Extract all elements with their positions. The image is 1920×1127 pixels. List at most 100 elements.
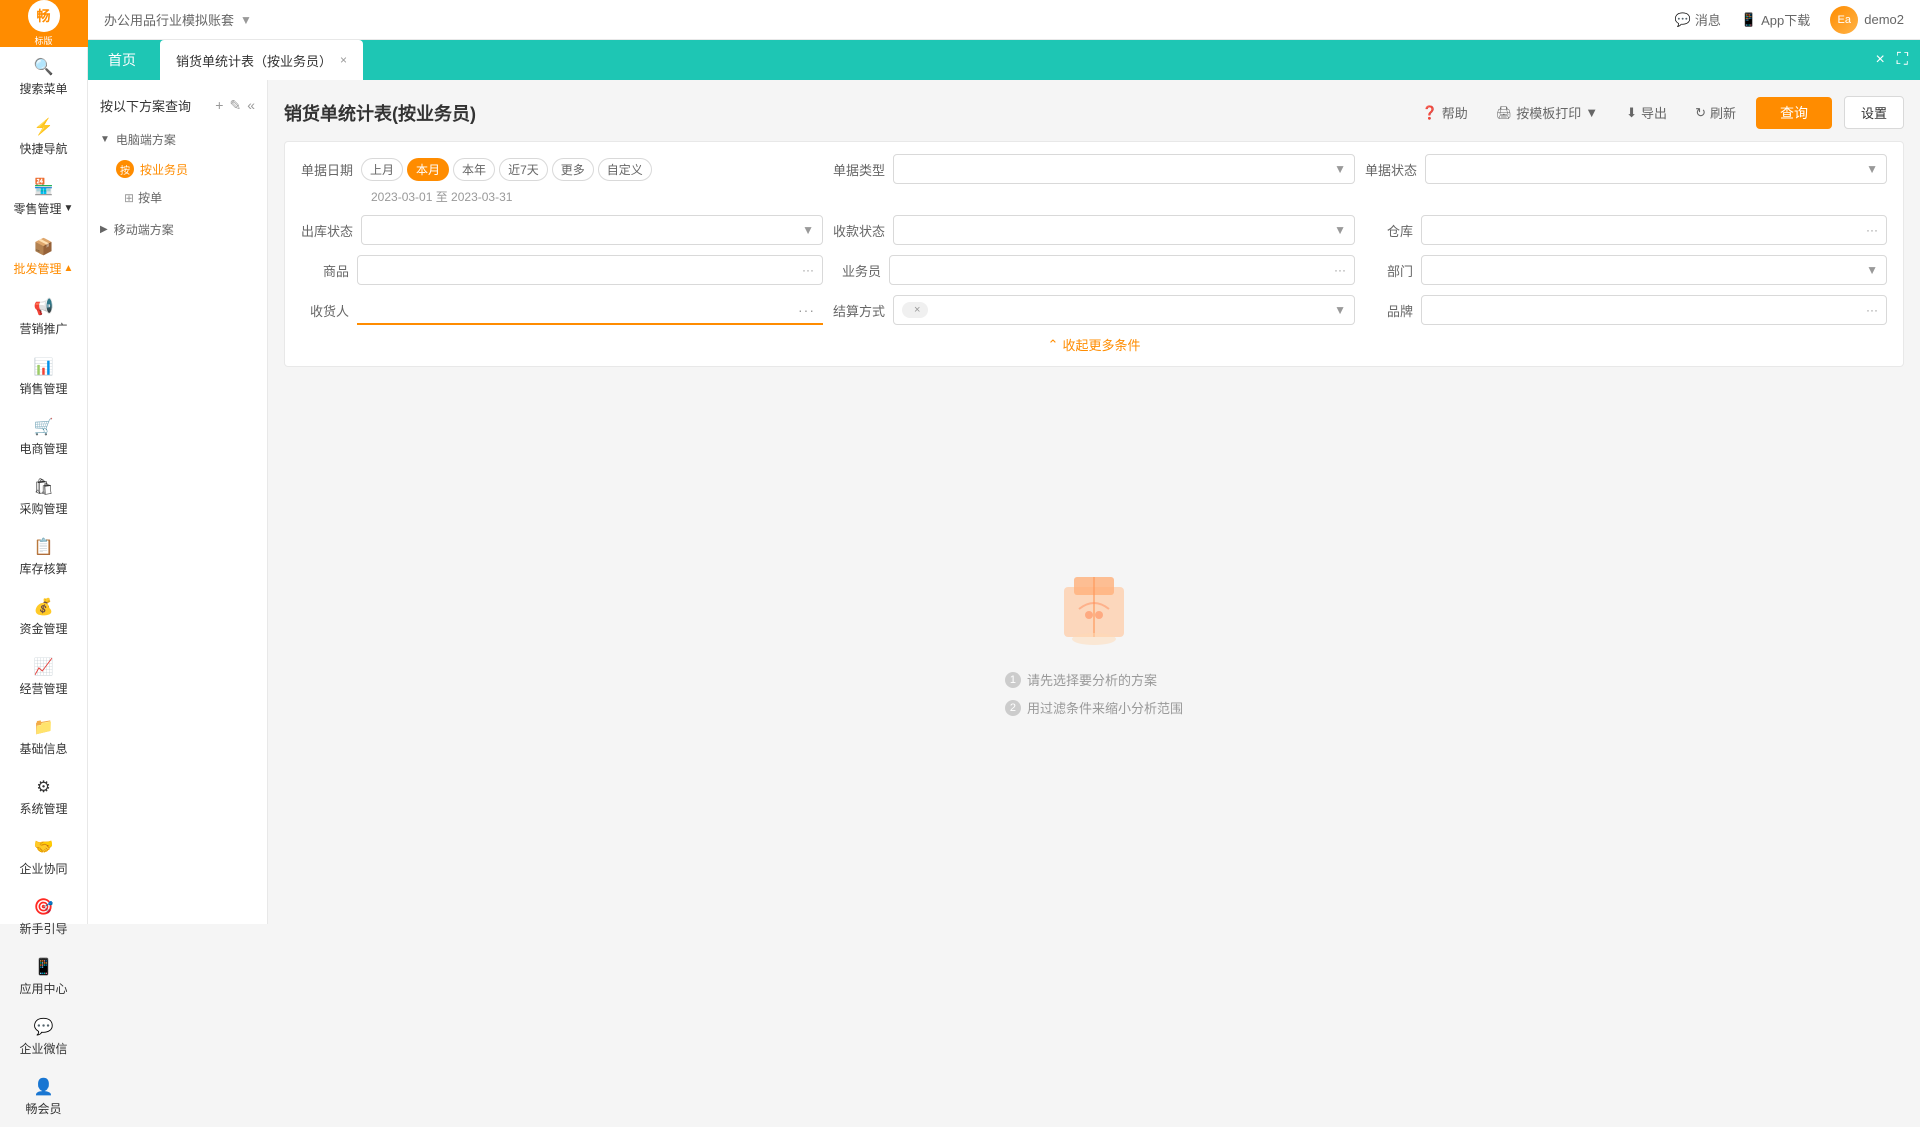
dept-select[interactable]: ▼	[1421, 255, 1887, 285]
consignee-input[interactable]	[357, 295, 823, 325]
sidebar-item-guide[interactable]: 🎯 新手引导	[0, 887, 88, 947]
doc-type-label: 单据类型	[833, 160, 893, 179]
scheme-salesman-label: 按业务员	[140, 161, 188, 178]
left-panel-icons: + ✎ «	[215, 97, 255, 114]
user-info[interactable]: Ea demo2	[1830, 6, 1904, 34]
doc-type-input-wrap[interactable]: ▼	[893, 154, 1355, 184]
date-btn-last-month[interactable]: 上月	[361, 158, 403, 181]
sidebar-item-member[interactable]: 👤 畅会员	[0, 1067, 88, 1127]
template-print-button[interactable]: 🖨 按模板打印 ▼	[1488, 99, 1606, 126]
payment-method-arrow-icon: ▼	[1334, 303, 1346, 317]
wholesale-arrow-icon: ▲	[64, 263, 74, 274]
warehouse-label: 仓库	[1365, 221, 1421, 240]
tab-close-icon[interactable]: ×	[340, 53, 347, 67]
goods-input-wrap[interactable]: ···	[357, 255, 823, 285]
sidebar-item-marketing[interactable]: 📢 营销推广	[0, 287, 88, 347]
sidebar-item-basic-info[interactable]: 📁 基础信息	[0, 707, 88, 767]
sidebar-item-app-center[interactable]: 📱 应用中心	[0, 947, 88, 1007]
sidebar-item-search[interactable]: 🔍 搜索菜单	[0, 47, 88, 107]
message-button[interactable]: 💬 消息	[1675, 10, 1721, 29]
date-input-wrap: 上月 本月 本年 近7天 更多 自定义	[361, 158, 823, 181]
basic-info-icon: 📁	[34, 717, 54, 737]
sidebar-item-retail[interactable]: 🏪 零售管理 ▼	[0, 167, 88, 227]
edit-scheme-icon[interactable]: ✎	[229, 97, 241, 114]
date-btn-this-year[interactable]: 本年	[453, 158, 495, 181]
tab-active[interactable]: 销货单统计表（按业务员） ×	[160, 40, 363, 80]
goods-field-wrap: 商品 ···	[301, 255, 823, 285]
brand-field-wrap: 品牌 ···	[1365, 295, 1887, 325]
collapse-panel-icon[interactable]: «	[247, 97, 255, 114]
brand-input-wrap[interactable]: ···	[1421, 295, 1887, 325]
sidebar-item-quick-nav[interactable]: ⚡ 快捷导航	[0, 107, 88, 167]
scheme-group-mobile-header[interactable]: ▶ 移动端方案	[88, 215, 267, 244]
export-button[interactable]: ⬇ 导出	[1618, 99, 1675, 126]
date-btn-this-month[interactable]: 本月	[407, 158, 449, 181]
filter-section: 单据日期 上月 本月 本年 近7天 更多 自定义 单据类型	[284, 141, 1904, 367]
sidebar-item-sales[interactable]: 📊 销售管理	[0, 347, 88, 407]
scheme-item-salesman[interactable]: 按 按业务员	[88, 154, 267, 184]
sidebar-item-operations[interactable]: 📈 经营管理	[0, 647, 88, 707]
app-logo[interactable]: 畅 标版	[0, 0, 88, 47]
doc-status-select[interactable]: ▼	[1425, 154, 1887, 184]
sidebar-item-wholesale[interactable]: 📦 批发管理 ▲	[0, 227, 88, 287]
consignee-input-wrap[interactable]: ···	[357, 295, 823, 325]
filter-row-4: 收货人 ··· 结算方式 ×	[301, 295, 1887, 325]
warehouse-input-wrap[interactable]: ···	[1421, 215, 1887, 245]
warehouse-dots-icon: ···	[1866, 223, 1878, 237]
page-actions: ❓ 帮助 🖨 按模板打印 ▼ ⬇ 导出 ↻ 刷新	[1414, 96, 1904, 129]
receipt-status-input-wrap[interactable]: ▼	[893, 215, 1355, 245]
sidebar-item-inventory[interactable]: 📋 库存核算	[0, 527, 88, 587]
sales-icon: 📊	[34, 357, 54, 377]
warehouse-select[interactable]: ···	[1421, 215, 1887, 245]
receipt-status-select[interactable]: ▼	[893, 215, 1355, 245]
print-icon: 🖨	[1496, 105, 1513, 121]
settings-button[interactable]: 设置	[1844, 96, 1904, 129]
collapse-filters-button[interactable]: ⌃ 收起更多条件	[301, 335, 1887, 354]
header-title: 办公用品行业模拟账套	[104, 10, 234, 29]
sidebar-item-purchase[interactable]: 🛍 采购管理	[0, 467, 88, 527]
date-btn-more[interactable]: 更多	[552, 158, 594, 181]
add-scheme-icon[interactable]: +	[215, 97, 223, 114]
sidebar-item-ecommerce[interactable]: 🛒 电商管理	[0, 407, 88, 467]
payment-tag-close-icon[interactable]: ×	[914, 304, 920, 316]
scheme-group-mobile-label: 移动端方案	[114, 221, 174, 238]
sidebar-item-wechat[interactable]: 💬 企业微信	[0, 1007, 88, 1067]
empty-illustration	[1034, 552, 1154, 652]
goods-select[interactable]: ···	[357, 255, 823, 285]
salesman-input-wrap[interactable]: ···	[889, 255, 1355, 285]
scheme-group-desktop-header[interactable]: ▼ 电脑端方案	[88, 125, 267, 154]
tab-bar-close-button[interactable]: ×	[1871, 47, 1888, 73]
brand-dots-icon: ···	[1866, 303, 1878, 317]
inventory-icon: 📋	[34, 537, 54, 557]
date-btn-custom[interactable]: 自定义	[598, 158, 652, 181]
sidebar-item-system[interactable]: ⚙ 系统管理	[0, 767, 88, 827]
goods-label: 商品	[301, 261, 357, 280]
tab-bar-maximize-button[interactable]: ⛶	[1893, 47, 1912, 73]
warehouse-field-wrap: 仓库 ···	[1365, 215, 1887, 245]
payment-method-select[interactable]: × ▼	[893, 295, 1355, 325]
dept-input-wrap[interactable]: ▼	[1421, 255, 1887, 285]
tab-home[interactable]: 首页	[88, 40, 156, 80]
query-button[interactable]: 查询	[1756, 97, 1832, 129]
payment-method-input-wrap[interactable]: × ▼	[893, 295, 1355, 325]
doc-status-input-wrap[interactable]: ▼	[1425, 154, 1887, 184]
receipt-status-label: 收款状态	[833, 221, 893, 240]
refresh-icon: ↻	[1695, 105, 1706, 121]
sidebar-item-enterprise[interactable]: 🤝 企业协同	[0, 827, 88, 887]
app-download-button[interactable]: 📱 App下载	[1741, 10, 1810, 29]
refresh-button[interactable]: ↻ 刷新	[1687, 99, 1744, 126]
scheme-item-by-order[interactable]: ⊞ 按单	[88, 184, 267, 211]
out-status-select[interactable]: ▼	[361, 215, 823, 245]
header-title-wrap[interactable]: 办公用品行业模拟账套 ▼	[104, 10, 252, 29]
out-status-input-wrap[interactable]: ▼	[361, 215, 823, 245]
doc-type-select[interactable]: ▼	[893, 154, 1355, 184]
date-btn-last-7-days[interactable]: 近7天	[499, 158, 548, 181]
help-button[interactable]: ❓ 帮助	[1414, 99, 1476, 126]
main-area: 办公用品行业模拟账套 ▼ 💬 消息 📱 App下载 Ea demo2 首页 销货…	[88, 0, 1920, 924]
salesman-select[interactable]: ···	[889, 255, 1355, 285]
retail-arrow-icon: ▼	[64, 203, 74, 214]
brand-select[interactable]: ···	[1421, 295, 1887, 325]
empty-tips: 1 请先选择要分析的方案 2 用过滤条件来缩小分析范围	[1005, 664, 1183, 724]
scheme-order-icon: ⊞	[124, 191, 134, 205]
sidebar-item-finance[interactable]: 💰 资金管理	[0, 587, 88, 647]
